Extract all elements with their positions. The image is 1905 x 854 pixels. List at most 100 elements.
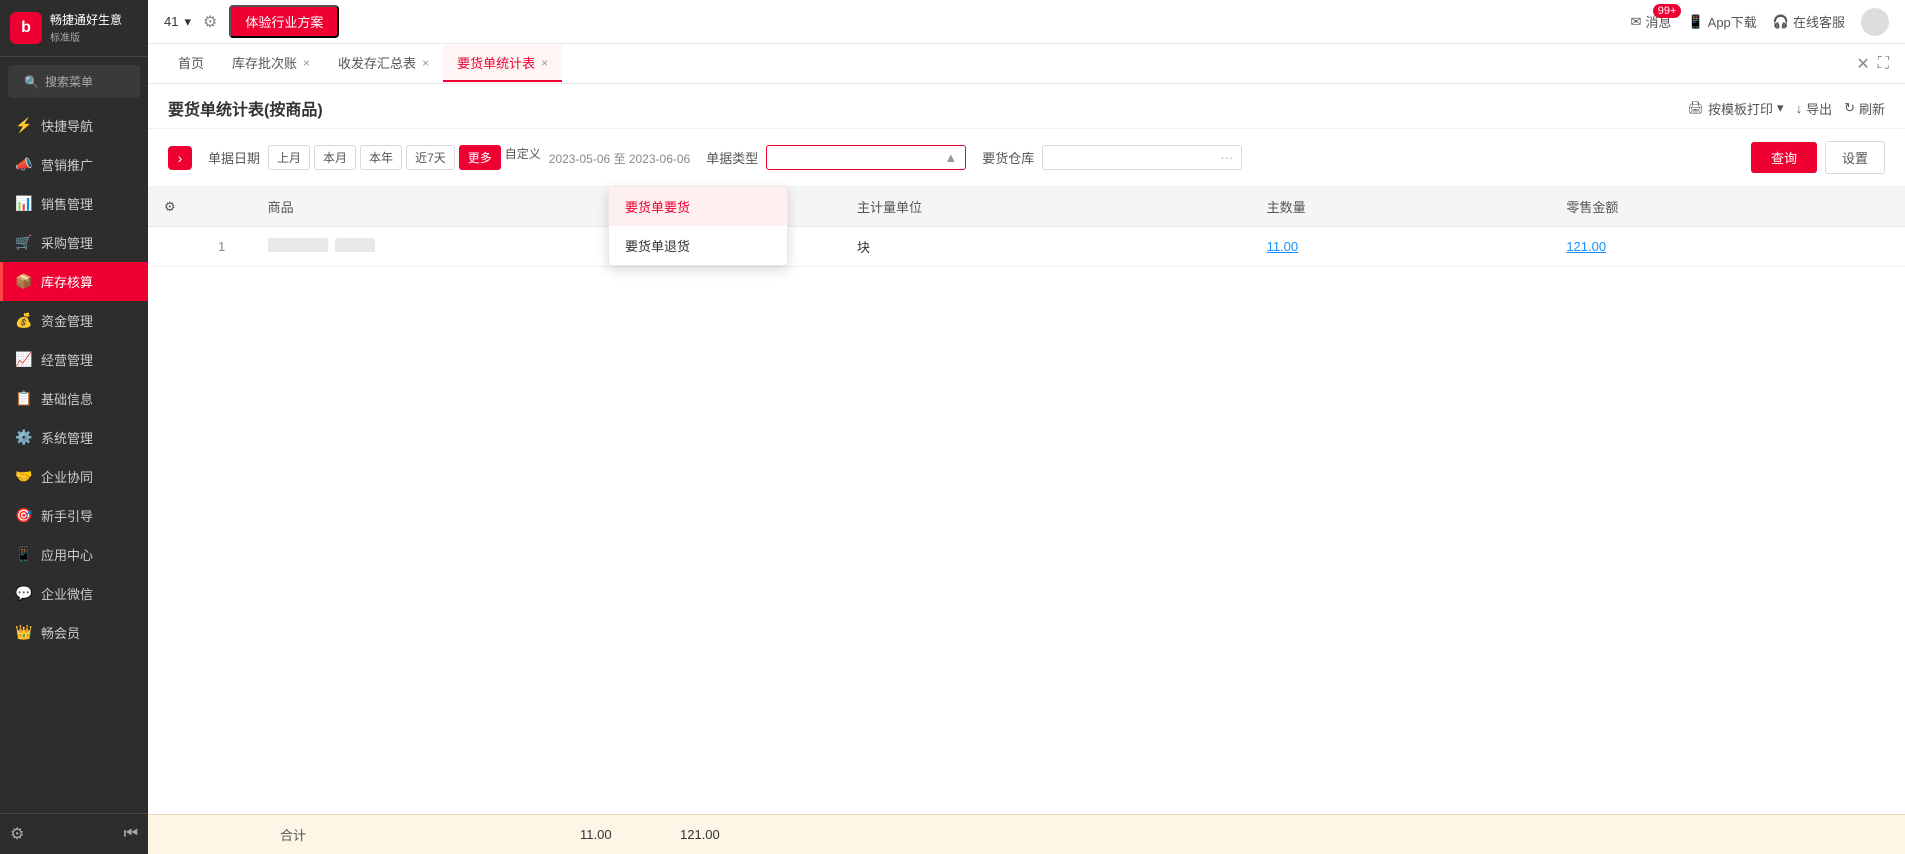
refresh-btn[interactable]: ↻ 刷新 [1844, 99, 1885, 118]
app-brand-name: 畅捷通好生意 [50, 12, 122, 29]
trial-btn[interactable]: 体验行业方案 [229, 5, 339, 38]
footer-quantity: 11.00 [564, 827, 664, 842]
warehouse-more-icon: ··· [1220, 150, 1233, 165]
sidebar-item-label: 快捷导航 [41, 116, 93, 135]
type-filter-label: 单据类型 [706, 148, 758, 167]
page-title: 要货单统计表(按商品) [168, 96, 323, 120]
tab-expand-icon[interactable]: ⛶ [1878, 55, 1889, 73]
sidebar-item-finance[interactable]: 💰 资金管理 [0, 301, 148, 340]
tab-home[interactable]: 首页 [164, 45, 218, 82]
sidebar-item-label: 基础信息 [41, 389, 93, 408]
tab-receive-summary[interactable]: 收发存汇总表 × [324, 45, 443, 82]
tab-inventory-batch[interactable]: 库存批次账 × [218, 45, 324, 82]
warehouse-filter-group: 要货仓库 ··· [982, 145, 1242, 170]
company-selector[interactable]: 41 ▾ [164, 14, 191, 30]
sidebar-item-enterprise[interactable]: 🤝 企业协同 [0, 457, 148, 496]
settings-icon[interactable]: ⚙ [10, 824, 24, 844]
type-filter-group: 单据类型 ▲ [706, 145, 966, 170]
sidebar-search[interactable]: 🔍 搜索菜单 [8, 65, 140, 98]
date-more-btn[interactable]: 更多 [459, 145, 501, 170]
sidebar-item-guide[interactable]: 🎯 新手引导 [0, 496, 148, 535]
sidebar-item-label: 采购管理 [41, 233, 93, 252]
top-header: 41 ▾ ⚙ 体验行业方案 ✉ 消息 99+ 📱 App下载 🎧 在线客服 [148, 0, 1905, 44]
type-select-input[interactable] [775, 150, 925, 165]
message-icon: ✉ [1631, 14, 1642, 30]
type-select[interactable]: ▲ [766, 145, 966, 170]
filter-bar: › 单据日期 上月 本月 本年 近7天 更多 自定义 2023-05-06 至 … [148, 129, 1905, 187]
sidebar-item-purchase[interactable]: 🛒 采购管理 [0, 223, 148, 262]
sidebar-item-system[interactable]: ⚙️ 系统管理 [0, 418, 148, 457]
type-dropdown-menu: 要货单要货 要货单退货 [608, 186, 788, 266]
filter-expand-btn[interactable]: › [168, 146, 192, 170]
collapse-icon[interactable]: ⏮ [124, 825, 138, 843]
date-curr-year-btn[interactable]: 本年 [360, 145, 402, 170]
date-prev-month-btn[interactable]: 上月 [268, 145, 310, 170]
app-download-btn[interactable]: 📱 App下载 [1687, 12, 1756, 31]
tab-order-summary-label: 要货单统计表 [457, 53, 535, 72]
tab-close-all-icon[interactable]: ✕ [1856, 54, 1869, 74]
table-row: 1 块 11.00 121.00 [148, 227, 1905, 267]
tab-order-summary-close[interactable]: × [541, 56, 548, 70]
date-curr-month-btn[interactable]: 本月 [314, 145, 356, 170]
main-area: 41 ▾ ⚙ 体验行业方案 ✉ 消息 99+ 📱 App下载 🎧 在线客服 [148, 0, 1905, 854]
inventory-icon: 📦 [15, 273, 33, 291]
app-download-label: App下载 [1708, 12, 1757, 31]
online-service-btn[interactable]: 🎧 在线客服 [1773, 12, 1845, 31]
sidebar-item-wechat[interactable]: 💬 企业微信 [0, 574, 148, 613]
basic-icon: 📋 [15, 390, 33, 408]
query-btn[interactable]: 查询 [1751, 142, 1817, 173]
row-quantity: 11.00 [1251, 227, 1551, 267]
col-settings-header[interactable]: ⚙ [148, 187, 192, 227]
type-select-clear-icon[interactable]: ▲ [944, 150, 957, 165]
sidebar-item-marketing[interactable]: 📣 营销推广 [0, 145, 148, 184]
sidebar-item-label: 销售管理 [41, 194, 93, 213]
sidebar-item-inventory[interactable]: 📦 库存核算 [0, 262, 148, 301]
sidebar-item-label: 库存核算 [41, 272, 93, 291]
sidebar-nav: ⚡ 快捷导航 📣 营销推广 📊 销售管理 🛒 采购管理 📦 库存核算 💰 资金管… [0, 106, 148, 813]
row-unit: 块 [841, 227, 1251, 267]
sidebar-item-label: 应用中心 [41, 545, 93, 564]
col-unit-header: 主计量单位 [841, 187, 1251, 227]
export-btn[interactable]: ↓ 导出 [1796, 99, 1833, 118]
date-last7-btn[interactable]: 近7天 [406, 145, 455, 170]
filter-actions: 查询 设置 [1751, 141, 1885, 174]
sidebar-item-vip[interactable]: 👑 畅会员 [0, 613, 148, 652]
dropdown-item-order-goods[interactable]: 要货单要货 [609, 187, 787, 226]
sidebar-search-label: 搜索菜单 [45, 73, 93, 90]
system-icon: ⚙️ [15, 429, 33, 447]
date-range-display: 2023-05-06 至 2023-06-06 [549, 150, 690, 167]
settings-btn[interactable]: 设置 [1825, 141, 1885, 174]
tab-order-summary[interactable]: 要货单统计表 × [443, 45, 562, 82]
guide-icon: 🎯 [15, 507, 33, 525]
quick-nav-icon: ⚡ [15, 117, 33, 135]
tab-inventory-batch-close[interactable]: × [303, 56, 310, 70]
app-brand-sub: 标准版 [50, 29, 122, 44]
sidebar-item-app-center[interactable]: 📱 应用中心 [0, 535, 148, 574]
sidebar-item-label: 畅会员 [41, 623, 80, 642]
sidebar-item-basic[interactable]: 📋 基础信息 [0, 379, 148, 418]
warehouse-input[interactable]: ··· [1042, 145, 1242, 170]
date-buttons: 上月 本月 本年 近7天 更多 自定义 [268, 145, 541, 170]
company-dropdown-icon: ▾ [184, 14, 191, 30]
table-header-row: ⚙ 商品 主计量单位 主数量 零售金额 [148, 187, 1905, 227]
page-header-actions: 🖨 按模板打印 ▾ ↓ 导出 ↻ 刷新 [1688, 99, 1886, 118]
tab-bar: 首页 库存批次账 × 收发存汇总表 × 要货单统计表 × ✕ ⛶ [148, 44, 1905, 84]
marketing-icon: 📣 [15, 156, 33, 174]
print-template-label: 按模板打印 [1708, 99, 1773, 118]
sidebar-item-sales[interactable]: 📊 销售管理 [0, 184, 148, 223]
sidebar-item-quick-nav[interactable]: ⚡ 快捷导航 [0, 106, 148, 145]
tab-receive-summary-label: 收发存汇总表 [338, 53, 416, 72]
sidebar-item-label: 系统管理 [41, 428, 93, 447]
header-settings-icon[interactable]: ⚙ [203, 12, 217, 32]
print-template-btn[interactable]: 🖨 按模板打印 ▾ [1688, 99, 1784, 118]
sidebar-item-operation[interactable]: 📈 经营管理 [0, 340, 148, 379]
tab-receive-summary-close[interactable]: × [422, 56, 429, 70]
date-custom-btn[interactable]: 自定义 [505, 145, 541, 170]
header-right: ✉ 消息 99+ 📱 App下载 🎧 在线客服 [1631, 8, 1889, 36]
dropdown-item-order-return[interactable]: 要货单退货 [609, 226, 787, 265]
sidebar-item-label: 营销推广 [41, 155, 93, 174]
user-avatar[interactable] [1861, 8, 1889, 36]
refresh-label: 刷新 [1859, 99, 1885, 118]
online-service-label: 在线客服 [1793, 12, 1845, 31]
messages-btn[interactable]: ✉ 消息 99+ [1631, 12, 1672, 31]
